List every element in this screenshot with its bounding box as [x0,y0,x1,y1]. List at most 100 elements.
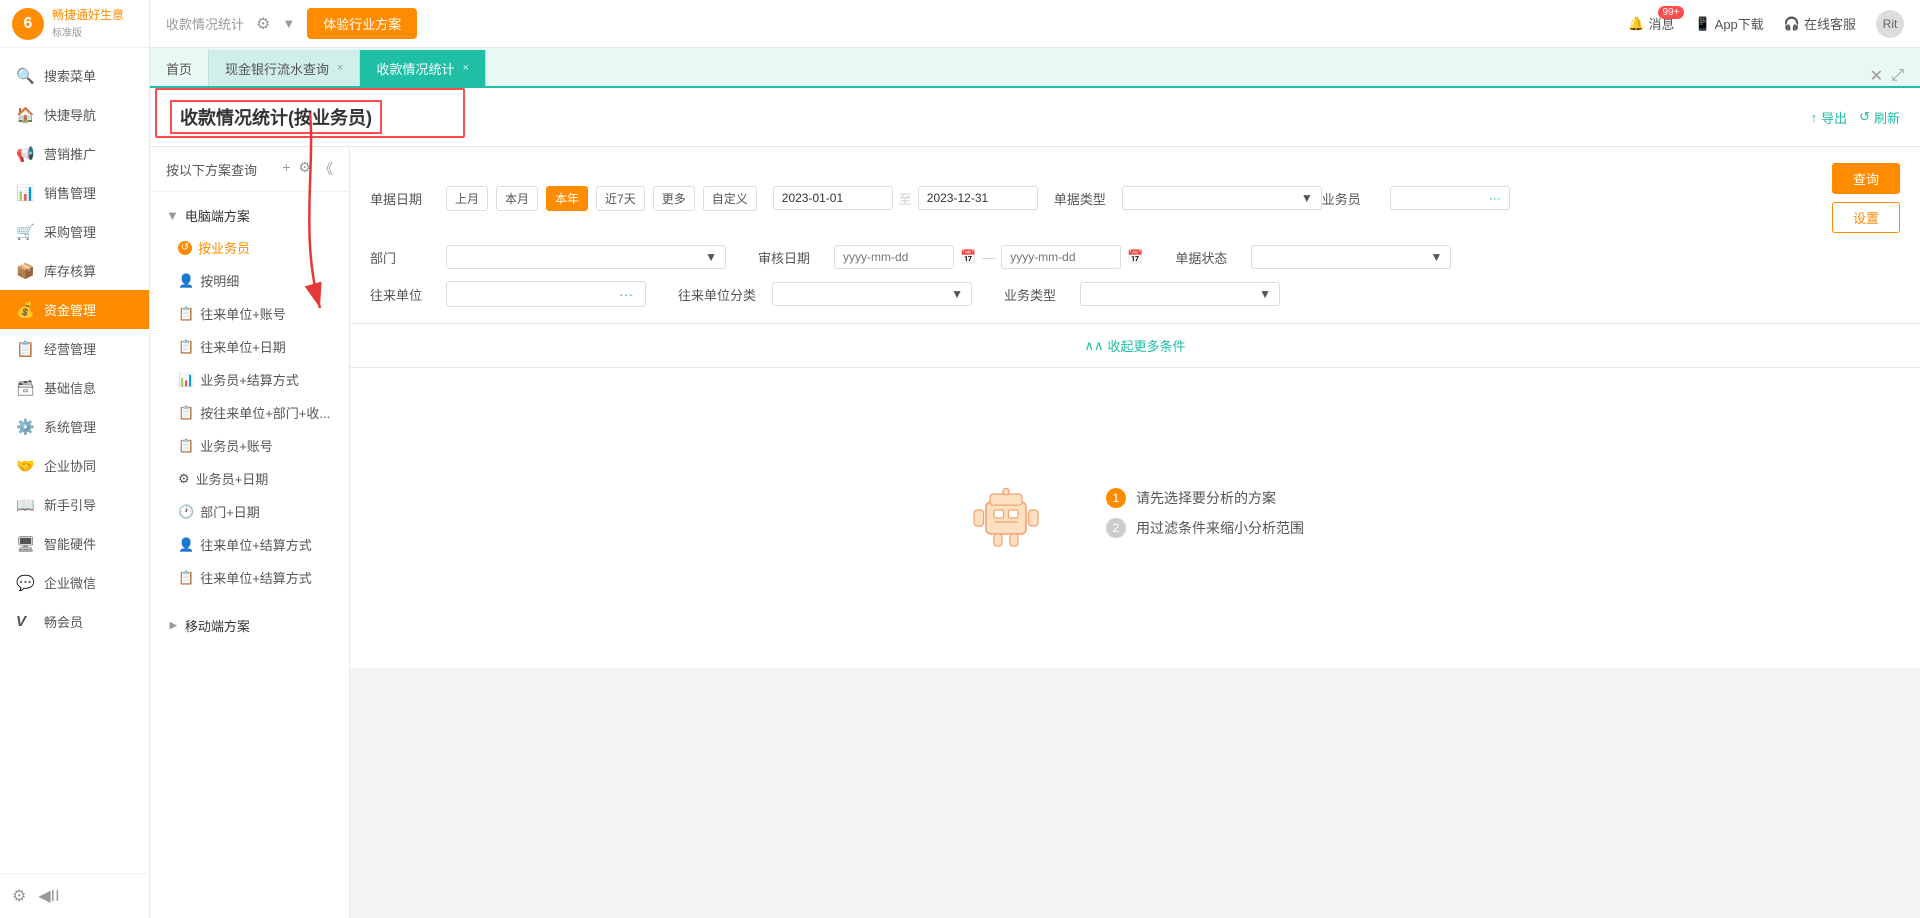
tab-collection[interactable]: 收款情况统计 × [360,50,485,86]
sidebar-item-label: 畅会员 [44,612,83,631]
sidebar-item-label: 经营管理 [44,339,96,358]
counterparty-more-icon[interactable]: ··· [619,286,633,302]
export-button[interactable]: ↑ 导出 [1811,108,1848,127]
settings-button[interactable]: 设置 [1832,202,1900,233]
date-btn-custom[interactable]: 自定义 [703,186,757,211]
counterparty-cat-dropdown-icon: ▼ [951,287,963,301]
sidebar-item-purchase[interactable]: 🛒 采购管理 [0,212,149,251]
dept-select[interactable]: ▼ [446,245,726,269]
enterprise-icon: 🤝 [16,457,36,475]
refresh-label: 刷新 [1874,108,1900,127]
counterparty-cat-select[interactable]: ▼ [772,282,972,306]
collapse-chevron-icon: ∧∧ [1084,338,1103,354]
biz-type-select[interactable]: ▼ [1080,282,1280,306]
sidebar-collapse-icon[interactable]: ◀II [38,886,59,906]
doc-status-dropdown-icon: ▼ [1430,250,1442,264]
topbar-dropdown-icon[interactable]: ▼ [282,16,295,31]
salesman-date-icon: ⚙ [178,471,190,487]
scheme-item-dept-date[interactable]: 🕐 部门+日期 [150,495,349,528]
empty-step-2: 2 用过滤条件来缩小分析范围 [1106,518,1304,538]
scheme-item-salesman-date[interactable]: ⚙ 业务员+日期 [150,462,349,495]
mobile-schemes-title[interactable]: ▼ 移动端方案 [150,610,349,641]
scheme-item-salesman-settle[interactable]: 📊 业务员+结算方式 [150,363,349,396]
scheme-item-unit-settle-1[interactable]: 👤 往来单位+结算方式 [150,528,349,561]
tab-bank-flow[interactable]: 现金银行流水查询 × [209,50,360,86]
sidebar-item-label: 销售管理 [44,183,96,202]
add-scheme-icon[interactable]: + [282,159,290,179]
audit-date-separator: — [982,250,995,265]
sidebar-item-system[interactable]: ⚙️ 系统管理 [0,407,149,446]
collapse-button[interactable]: ∧∧ 收起更多条件 [1084,336,1185,355]
sidebar-item-basic-info[interactable]: 🗃 基础信息 [0,368,149,407]
sidebar-item-operation[interactable]: 📋 经营管理 [0,329,149,368]
scheme-item-unit-settle-2[interactable]: 📋 往来单位+结算方式 [150,561,349,594]
filter-actions: 查询 设置 [1832,163,1900,233]
tab-home[interactable]: 首页 [150,50,209,86]
user-avatar[interactable]: Rit [1876,10,1904,38]
sidebar-item-enterprise[interactable]: 🤝 企业协同 [0,446,149,485]
sidebar-item-inventory[interactable]: 📦 库存核算 [0,251,149,290]
salesman-more-icon[interactable]: ··· [1489,191,1501,205]
date-btn-7days[interactable]: 近7天 [596,186,645,211]
scheme-settings-icon[interactable]: ⚙ [298,159,311,179]
scheme-item-salesman-account[interactable]: 📋 业务员+账号 [150,429,349,462]
left-panel-header: 按以下方案查询 + ⚙ 《 [150,147,349,192]
scheme-item-unit-account[interactable]: 📋 往来单位+账号 [150,297,349,330]
date-btn-this-month[interactable]: 本月 [496,186,538,211]
finance-icon: 💰 [16,301,36,319]
tab-collection-close-icon[interactable]: × [462,62,468,74]
sidebar-item-wechat[interactable]: 💬 企业微信 [0,563,149,602]
doc-type-select[interactable]: ▼ [1122,186,1322,210]
scheme-item-unit-dept[interactable]: 📋 按往来单位+部门+收... [150,396,349,429]
right-panel: 单据日期 上月 本月 本年 近7天 更多 自定义 至 [350,147,1920,918]
audit-date-start-input[interactable] [834,245,954,269]
refresh-button[interactable]: ↺ 刷新 [1859,108,1900,127]
scheme-collapse-icon[interactable]: 《 [319,159,333,179]
sidebar-item-smart-hw[interactable]: 🖥 智能硬件 [0,524,149,563]
desktop-schemes-title[interactable]: ▼ 电脑端方案 [150,200,349,231]
salesman-group: 业务员 ··· [1322,186,1510,210]
filter-row-date: 单据日期 上月 本月 本年 近7天 更多 自定义 至 [370,163,1900,233]
salesman-select[interactable]: ··· [1390,186,1510,210]
unit-settle-1-icon: 👤 [178,537,194,553]
tab-maximize-icon[interactable]: ⤢ [1891,67,1904,85]
sidebar-item-search[interactable]: 🔍 搜索菜单 [0,56,149,95]
counterparty-input-wrap[interactable]: ··· [446,281,646,307]
query-button[interactable]: 查询 [1832,163,1900,194]
filter-row1-right: 单据类型 ▼ 业务员 ··· [1054,163,1900,233]
date-end-input[interactable] [918,186,1038,210]
search-menu-icon: 🔍 [16,67,36,85]
date-btn-last-month[interactable]: 上月 [446,186,488,211]
phone-icon: 📱 [1694,16,1710,32]
audit-date-cal1-icon[interactable]: 📅 [960,249,976,265]
scheme-item-label: 往来单位+结算方式 [200,535,312,554]
sidebar-item-finance[interactable]: 💰 资金管理 [0,290,149,329]
sidebar-item-marketing[interactable]: 📢 营销推广 [0,134,149,173]
doc-status-select[interactable]: ▼ [1251,245,1451,269]
scheme-item-by-salesman[interactable]: ↺ 按业务员 [150,231,349,264]
member-icon: V [16,613,36,630]
scheme-item-by-detail[interactable]: 👤 按明细 [150,264,349,297]
app-download-item[interactable]: 📱 App下载 [1694,14,1763,33]
trial-button[interactable]: 体验行业方案 [307,8,417,39]
scheme-item-label: 业务员+账号 [200,436,273,455]
date-start-input[interactable] [773,186,893,210]
topbar-settings-icon[interactable]: ⚙ [256,14,270,34]
tab-close-all-icon[interactable]: ✕ [1870,66,1883,86]
audit-date-end-input[interactable] [1001,245,1121,269]
operation-icon: 📋 [16,340,36,358]
sidebar-item-member[interactable]: V 畅会员 [0,602,149,641]
scheme-item-unit-date[interactable]: 📋 往来单位+日期 [150,330,349,363]
date-btn-more[interactable]: 更多 [653,186,695,211]
system-icon: ⚙️ [16,418,36,436]
sidebar-item-sales[interactable]: 📊 销售管理 [0,173,149,212]
sidebar-settings-icon[interactable]: ⚙ [12,886,26,906]
tab-bank-flow-close-icon[interactable]: × [337,62,343,74]
tab-home-label: 首页 [166,59,192,78]
audit-date-cal2-icon[interactable]: 📅 [1127,249,1143,265]
date-btn-this-year[interactable]: 本年 [546,186,588,211]
sidebar-item-quick-nav[interactable]: 🏠 快捷导航 [0,95,149,134]
sidebar-item-guide[interactable]: 📖 新手引导 [0,485,149,524]
online-service-item[interactable]: 🎧 在线客服 [1784,14,1856,33]
notifications-item[interactable]: 🔔 消息 99+ [1628,14,1674,33]
